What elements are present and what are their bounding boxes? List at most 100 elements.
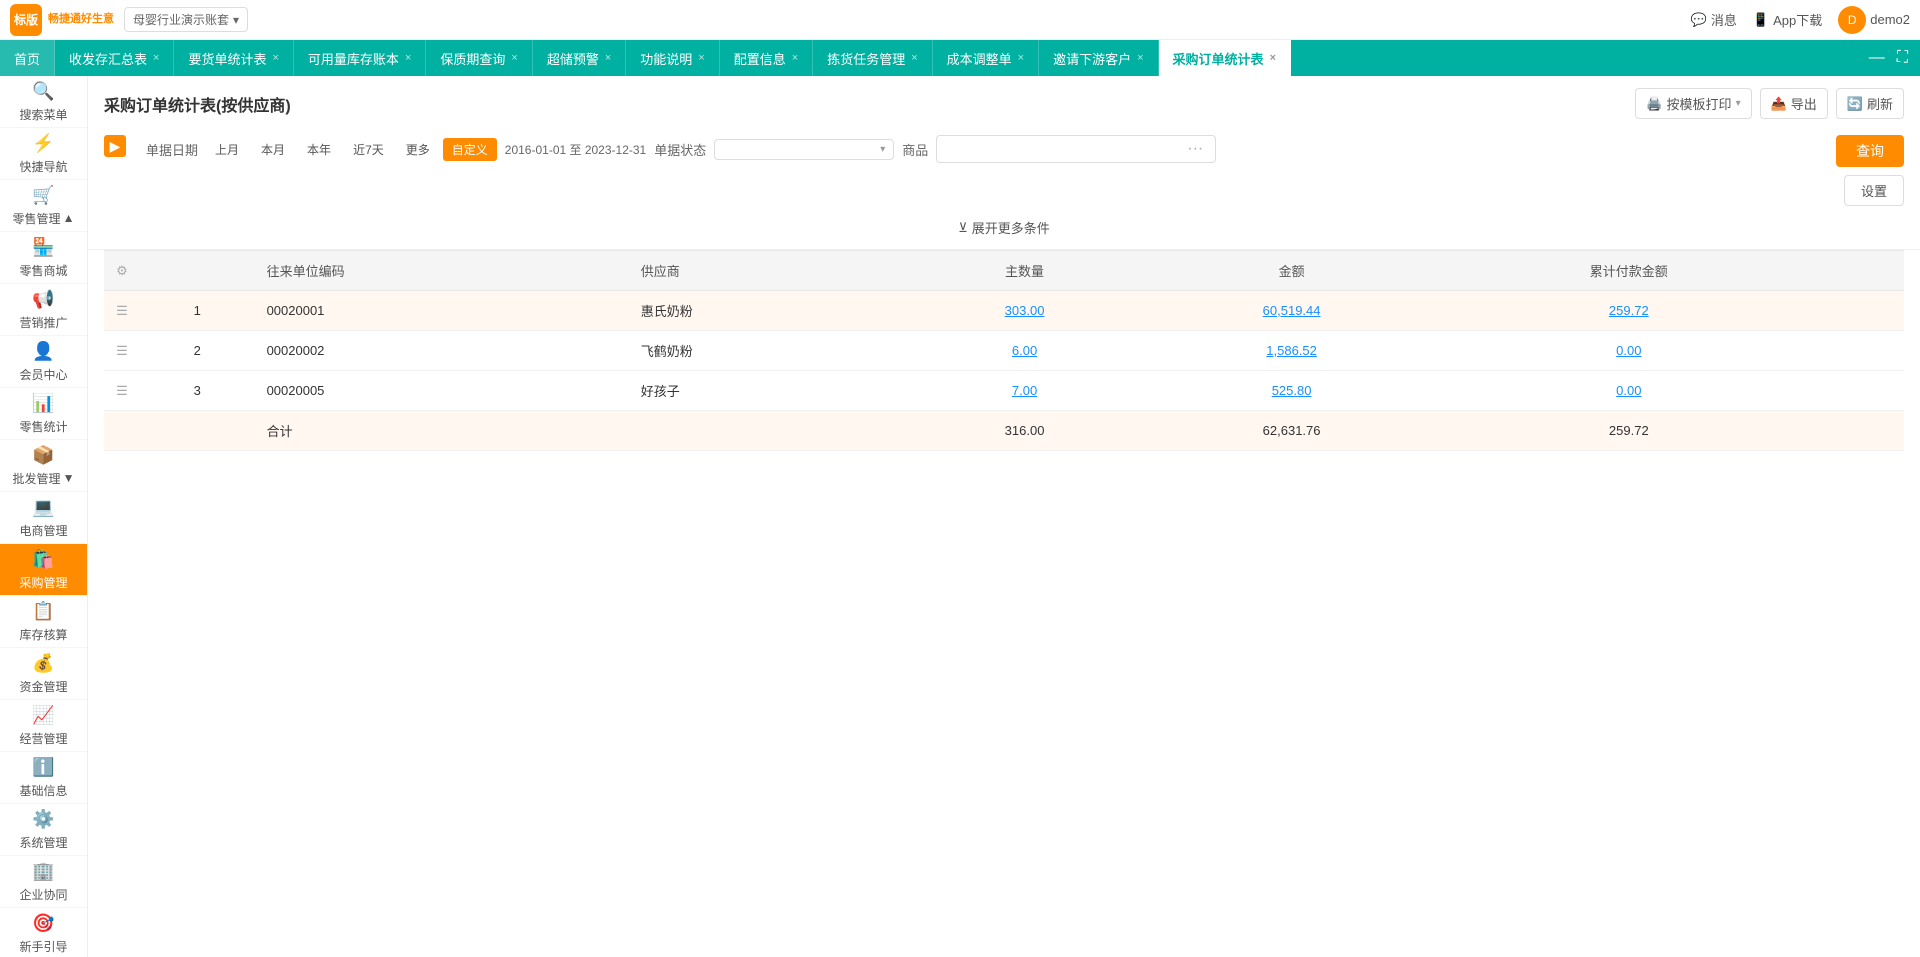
tab-cost-adjust[interactable]: 成本调整单 × xyxy=(933,40,1039,76)
footer-main-qty: 316.00 xyxy=(908,411,1142,451)
status-label: 单据状态 xyxy=(654,140,706,159)
sidebar-item-purchase[interactable]: 🛍️ 采购管理 xyxy=(0,544,87,596)
message-btn[interactable]: 💬 消息 xyxy=(1691,10,1737,29)
tab-goods-stats[interactable]: 要货单统计表 × xyxy=(174,40,293,76)
tab-close-icon[interactable]: × xyxy=(1018,52,1024,64)
sidebar-item-ecommerce[interactable]: 💻 电商管理 xyxy=(0,492,87,544)
app-download-btn[interactable]: 📱 App下载 xyxy=(1753,10,1822,29)
sidebar-item-search-label: 搜索菜单 xyxy=(19,106,67,123)
sidebar-item-retail[interactable]: 🛒 零售管理 ▲ xyxy=(0,180,87,232)
tab-invite-downstream[interactable]: 邀请下游客户 × xyxy=(1039,40,1158,76)
goods-select-ellipsis[interactable]: ··· xyxy=(1183,140,1207,158)
sidebar-item-members[interactable]: 👤 会员中心 xyxy=(0,336,87,388)
shortcut-this-month[interactable]: 本月 xyxy=(252,138,294,161)
tab-purchase-stats[interactable]: 采购订单统计表 × xyxy=(1159,40,1291,76)
tab-close-icon[interactable]: × xyxy=(511,52,517,64)
shortcut-more[interactable]: 更多 xyxy=(397,138,439,161)
user-btn[interactable]: D demo2 xyxy=(1838,6,1910,34)
th-settings[interactable]: ⚙ xyxy=(104,251,140,291)
refresh-button[interactable]: 🔄 刷新 xyxy=(1836,88,1904,119)
company-selector[interactable]: 母婴行业演示账套 ▾ xyxy=(124,7,248,32)
goods-select[interactable]: ··· xyxy=(936,135,1216,163)
row-main-qty[interactable]: 7.00 xyxy=(908,371,1142,411)
sidebar-item-wholesale[interactable]: 📦 批发管理 ▼ xyxy=(0,440,87,492)
content-area: 采购订单统计表(按供应商) 🖨️ 按模板打印 ▾ 📤 导出 🔄 刷新 xyxy=(88,76,1920,957)
tab-overstock-warning[interactable]: 超储预警 × xyxy=(533,40,626,76)
status-select[interactable]: ▾ xyxy=(714,139,894,160)
message-icon: 💬 xyxy=(1691,12,1707,28)
sidebar-item-search[interactable]: 🔍 搜索菜单 xyxy=(0,76,87,128)
sidebar-item-basic-info[interactable]: ℹ️ 基础信息 xyxy=(0,752,87,804)
table-header-row: ⚙ 往来单位编码 供应商 主数量 金额 累计付款金额 xyxy=(104,251,1904,291)
sidebar-item-system[interactable]: ⚙️ 系统管理 xyxy=(0,804,87,856)
tab-close-icon[interactable]: × xyxy=(153,52,159,64)
shortcut-this-year[interactable]: 本年 xyxy=(298,138,340,161)
expand-more-btn[interactable]: ⊻ 展开更多条件 xyxy=(958,218,1050,237)
members-icon: 👤 xyxy=(32,341,54,362)
company-dropdown-icon: ▾ xyxy=(233,13,239,27)
settings-button[interactable]: 设置 xyxy=(1844,175,1904,206)
inventory-icon: 📋 xyxy=(32,601,54,622)
row-amount[interactable]: 1,586.52 xyxy=(1141,331,1441,371)
sidebar-item-ecommerce-label: 电商管理 xyxy=(19,522,67,539)
filter-left: 单据日期 上月 本月 本年 近7天 更多 自定义 2016-01-01 至 20… xyxy=(146,135,1824,163)
tab-home[interactable]: 首页 xyxy=(0,40,55,76)
sidebar-item-inventory[interactable]: 📋 库存核算 xyxy=(0,596,87,648)
sidebar-item-retail-mall[interactable]: 🏪 零售商城 xyxy=(0,232,87,284)
print-button[interactable]: 🖨️ 按模板打印 ▾ xyxy=(1635,88,1751,119)
tab-config-info[interactable]: 配置信息 × xyxy=(720,40,813,76)
page-title: 采购订单统计表(按供应商) xyxy=(104,92,291,116)
tab-close-icon[interactable]: × xyxy=(605,52,611,64)
tab-available-stock[interactable]: 可用量库存账本 × xyxy=(294,40,426,76)
tab-receive-send[interactable]: 收发存汇总表 × xyxy=(55,40,174,76)
row-settings-cell[interactable]: ☰ xyxy=(104,291,140,331)
sidebar-item-newbie[interactable]: 🎯 新手引导 xyxy=(0,908,87,957)
row-main-qty[interactable]: 6.00 xyxy=(908,331,1142,371)
nav-minimize-btn[interactable]: — xyxy=(1865,49,1889,67)
tab-close-icon[interactable]: × xyxy=(911,52,917,64)
tab-expiry-query[interactable]: 保质期查询 × xyxy=(426,40,532,76)
row-paid-amount[interactable]: 0.00 xyxy=(1442,331,1816,371)
tab-close-icon[interactable]: × xyxy=(698,52,704,64)
sidebar-item-system-label: 系统管理 xyxy=(19,834,67,851)
shortcut-last-month[interactable]: 上月 xyxy=(206,138,248,161)
export-button[interactable]: 📤 导出 xyxy=(1760,88,1828,119)
tab-function-desc[interactable]: 功能说明 × xyxy=(626,40,719,76)
row-main-qty[interactable]: 303.00 xyxy=(908,291,1142,331)
shortcut-7days[interactable]: 近7天 xyxy=(344,138,393,161)
tab-close-icon[interactable]: × xyxy=(792,52,798,64)
shortcut-custom[interactable]: 自定义 xyxy=(443,138,497,161)
row-amount[interactable]: 60,519.44 xyxy=(1141,291,1441,331)
row-amount[interactable]: 525.80 xyxy=(1141,371,1441,411)
print-label: 按模板打印 xyxy=(1667,94,1732,113)
retail-stats-icon: 📊 xyxy=(32,393,54,414)
query-button[interactable]: 查询 xyxy=(1836,135,1904,167)
tab-close-icon[interactable]: × xyxy=(272,52,278,64)
nav-maximize-btn[interactable]: ⛶ xyxy=(1893,49,1912,67)
collapse-arrow-btn[interactable]: ▶ xyxy=(104,135,126,157)
print-dropdown-icon: ▾ xyxy=(1736,98,1741,109)
footer-paid-amount: 259.72 xyxy=(1442,411,1816,451)
table-row: ☰ 1 00020001 惠氏奶粉 303.00 60,519.44 259.7… xyxy=(104,291,1904,331)
tab-overstock-warning-label: 超储预警 xyxy=(547,49,599,68)
row-seq: 3 xyxy=(140,371,255,411)
sidebar-item-marketing[interactable]: 📢 营销推广 xyxy=(0,284,87,336)
tab-purchase-stats-close-icon[interactable]: × xyxy=(1270,52,1276,64)
sidebar-item-enterprise[interactable]: 🏢 企业协同 xyxy=(0,856,87,908)
export-icon: 📤 xyxy=(1771,96,1787,112)
sidebar-item-quicknav[interactable]: ⚡ 快捷导航 xyxy=(0,128,87,180)
footer-extra-cell xyxy=(1816,411,1904,451)
row-settings-cell[interactable]: ☰ xyxy=(104,331,140,371)
tab-close-icon[interactable]: × xyxy=(405,52,411,64)
row-paid-amount[interactable]: 0.00 xyxy=(1442,371,1816,411)
row-supplier-name: 飞鹤奶粉 xyxy=(629,331,908,371)
row-settings-cell[interactable]: ☰ xyxy=(104,371,140,411)
tab-close-icon[interactable]: × xyxy=(1137,52,1143,64)
sidebar-item-retail-stats[interactable]: 📊 零售统计 xyxy=(0,388,87,440)
app-download-label: App下载 xyxy=(1773,10,1822,29)
row-paid-amount[interactable]: 259.72 xyxy=(1442,291,1816,331)
tab-pick-task[interactable]: 拣货任务管理 × xyxy=(813,40,932,76)
expand-icon: ⊻ xyxy=(958,220,968,236)
sidebar-item-finance[interactable]: 💰 资金管理 xyxy=(0,648,87,700)
sidebar-item-operations[interactable]: 📈 经营管理 xyxy=(0,700,87,752)
